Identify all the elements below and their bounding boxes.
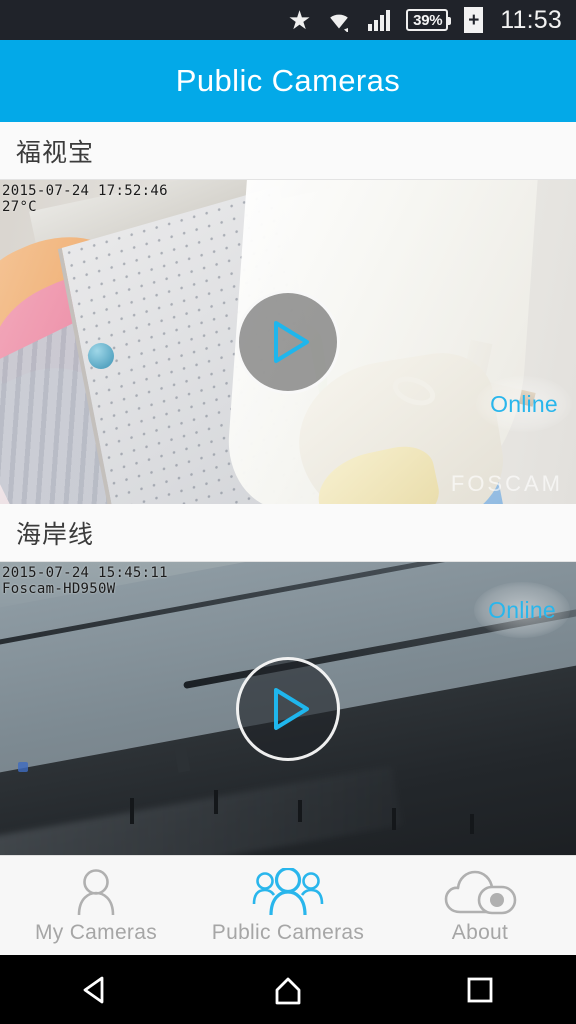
foscam-watermark: FOSCAM: [450, 471, 563, 496]
play-icon: [274, 321, 309, 363]
tab-label: About: [451, 921, 509, 944]
status-badge-label: Online: [490, 390, 558, 417]
tab-public-cameras[interactable]: Public Cameras: [192, 856, 384, 955]
page-title: Public Cameras: [175, 63, 401, 98]
osd-line-2: 27°C: [2, 199, 37, 215]
camera-label-row[interactable]: 海岸线: [0, 504, 576, 562]
osd-line-1: 2015-07-24 17:52:46: [2, 183, 168, 199]
tab-label: My Cameras: [34, 921, 158, 944]
person-icon: [69, 866, 123, 916]
nav-back-button[interactable]: [41, 955, 151, 1024]
camera-label-row[interactable]: 福视宝: [0, 122, 576, 180]
play-icon: [274, 687, 309, 730]
camera-osd-timestamp: 2015-07-24 17:52:46 27°C: [2, 183, 168, 215]
osd-line-2: Foscam-HD950W: [2, 581, 116, 597]
camera-osd-timestamp: 2015-07-24 15:45:11 Foscam-HD950W: [2, 565, 168, 597]
camera-video-preview[interactable]: 2015-07-24 17:52:46 27°C Online FOSCAM: [0, 180, 576, 504]
nav-recents-button[interactable]: [425, 955, 535, 1024]
back-triangle-icon: [83, 976, 104, 1003]
recents-square-icon: [467, 977, 493, 1002]
camera-list[interactable]: 福视宝 2015-07-24 17:52:46 27°C Online FOSC…: [0, 122, 576, 855]
play-button[interactable]: [236, 290, 340, 394]
wifi-icon: [324, 8, 354, 32]
home-icon: [275, 977, 301, 1004]
app-bar: Public Cameras: [0, 40, 576, 122]
clock: 11:53: [500, 5, 562, 34]
status-bar: ★ 39% + 11:53: [0, 0, 576, 40]
play-button[interactable]: [236, 656, 340, 761]
nav-home-button[interactable]: [233, 955, 343, 1024]
tab-label: Public Cameras: [211, 921, 365, 944]
status-badge: Online: [474, 582, 570, 638]
android-navigation-bar: [0, 955, 576, 1024]
cellular-signal-icon: [367, 8, 393, 32]
tab-about[interactable]: About: [384, 856, 576, 955]
battery-icon: 39%: [406, 9, 452, 31]
camera-video-preview[interactable]: 2015-07-24 15:45:11 Foscam-HD950W Online: [0, 562, 576, 855]
status-badge-label: Online: [488, 596, 556, 623]
star-icon: ★: [287, 5, 312, 35]
battery-charging-icon: +: [464, 7, 484, 33]
tab-my-cameras[interactable]: My Cameras: [0, 856, 192, 955]
osd-line-1: 2015-07-24 15:45:11: [2, 565, 168, 581]
app-screen: ★ 39% + 11:53 Public Cameras 福视宝 2015-07…: [0, 0, 576, 1024]
camera-name: 福视宝: [16, 138, 95, 167]
people-group-icon: [251, 866, 325, 916]
camera-name: 海岸线: [16, 520, 95, 549]
bottom-tab-bar: My Cameras Public Cameras About: [0, 855, 576, 955]
cloud-camera-icon: [443, 866, 517, 916]
battery-level: 39%: [413, 11, 443, 29]
status-badge: Online: [476, 376, 572, 432]
